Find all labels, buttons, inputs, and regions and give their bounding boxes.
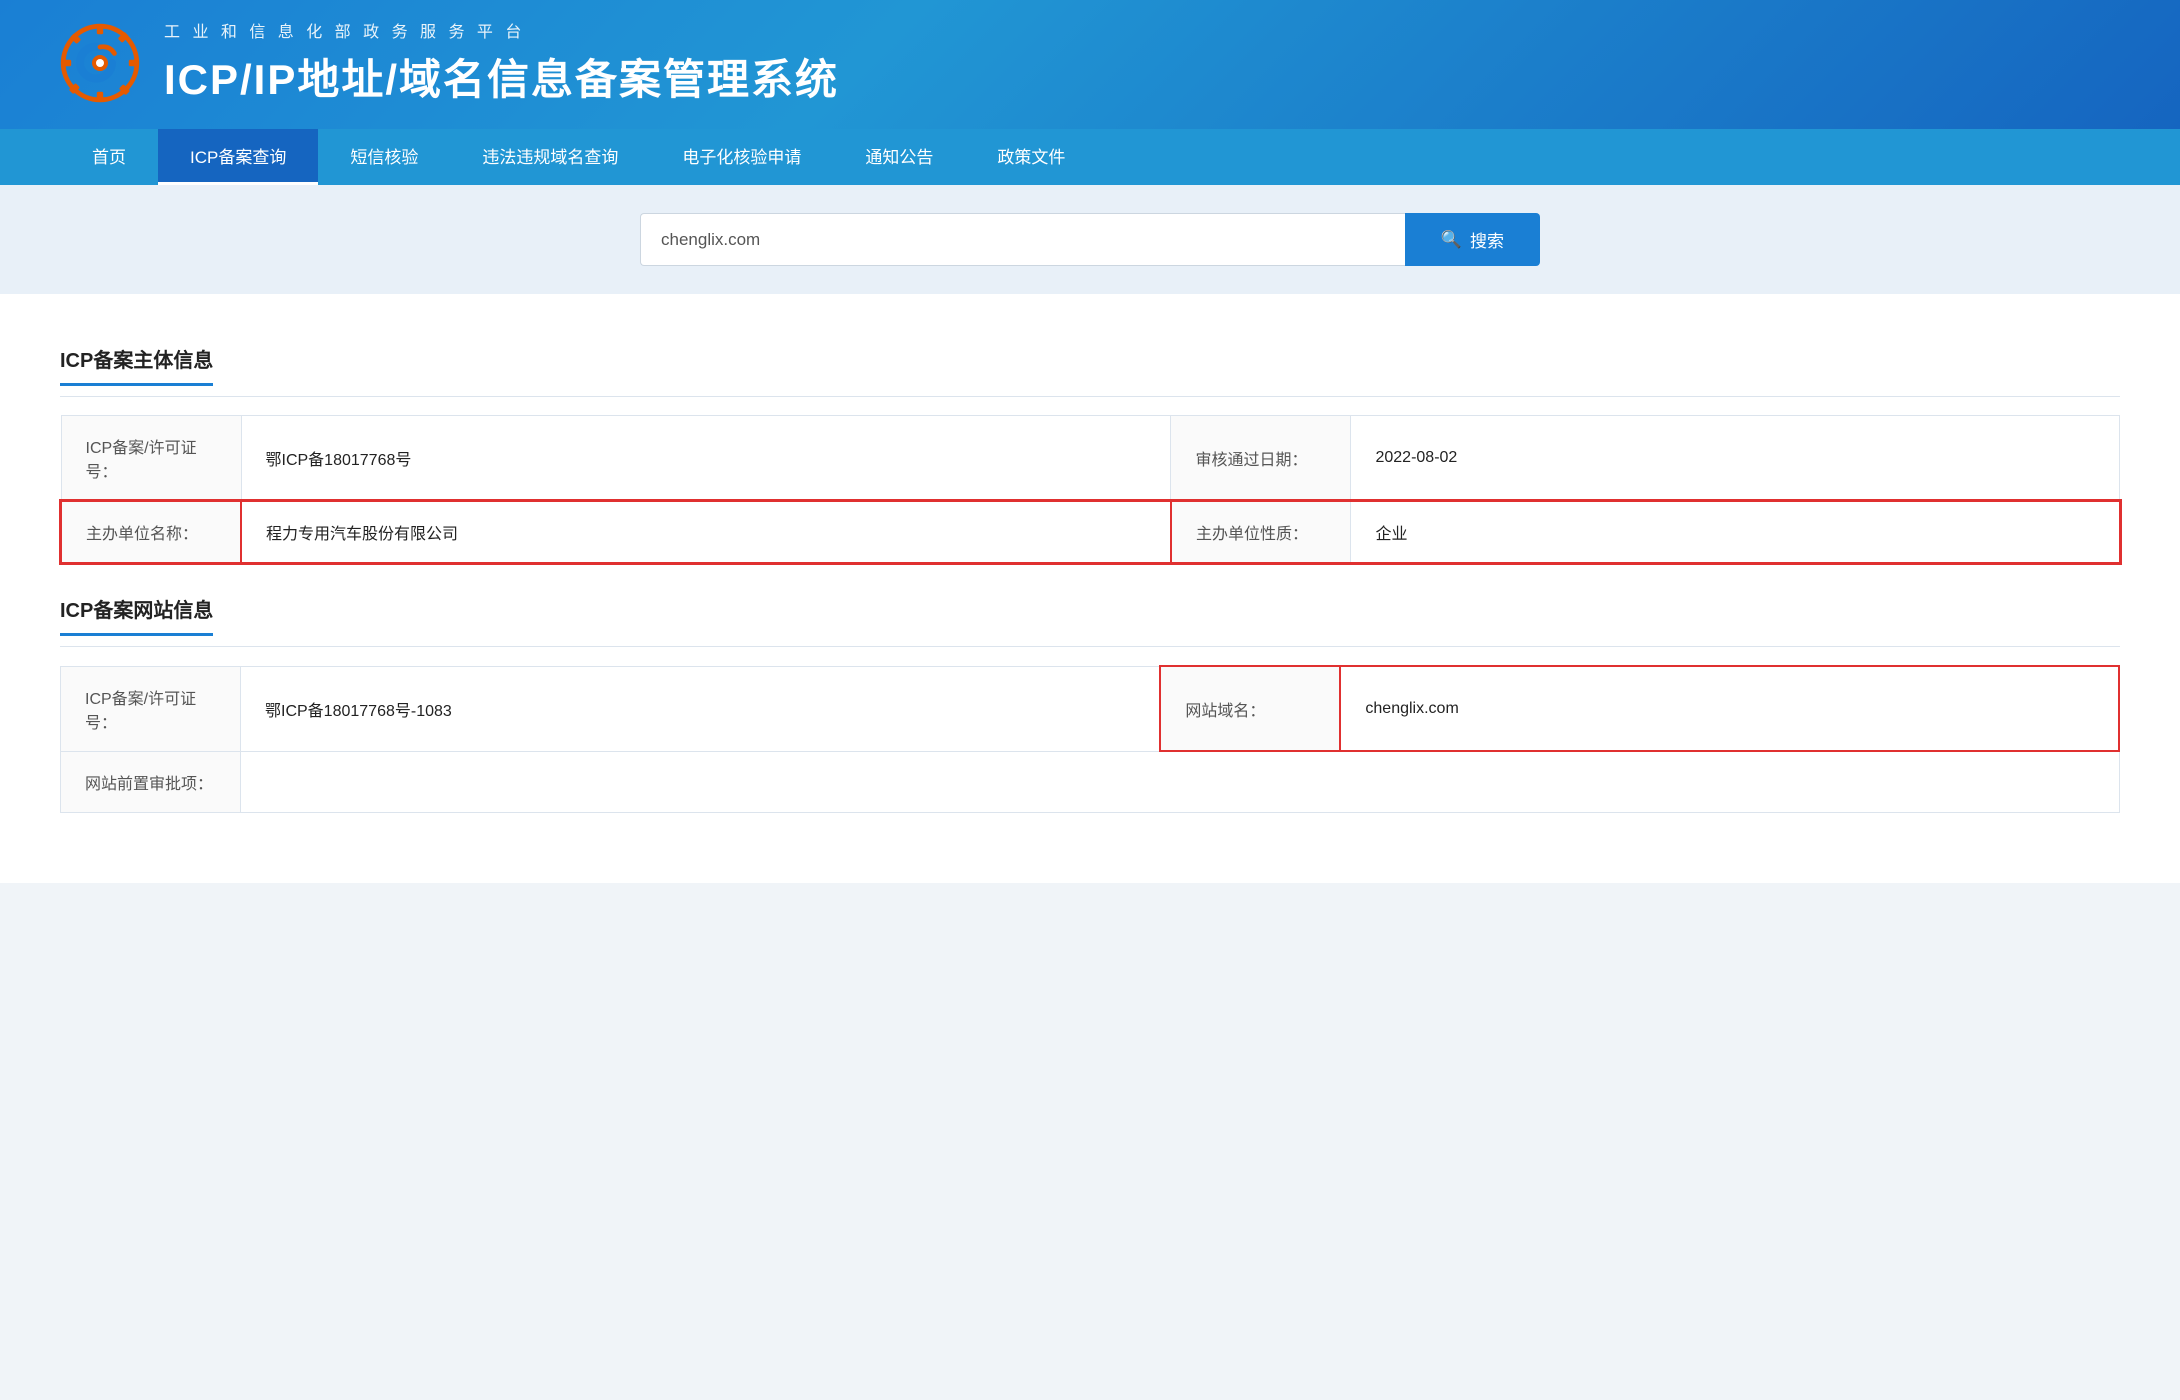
search-box: 🔍 搜索	[640, 213, 1540, 266]
search-button[interactable]: 🔍 搜索	[1405, 213, 1540, 266]
table-row: ICP备案/许可证号： 鄂ICP备18017768号 审核通过日期： 2022-…	[61, 416, 2120, 502]
logo-icon	[60, 23, 140, 103]
section-icp-entity: ICP备案主体信息 ICP备案/许可证号： 鄂ICP备18017768号 审核通…	[60, 344, 2120, 564]
label-audit-date: 审核通过日期：	[1171, 416, 1351, 502]
label-org-name: 主办单位名称：	[61, 501, 241, 563]
table-row: 网站前置审批项：	[61, 751, 2120, 812]
table-row: ICP备案/许可证号： 鄂ICP备18017768号-1083 网站域名： ch…	[61, 666, 2120, 751]
value-org-type: 企业	[1351, 501, 2120, 563]
nav-illegal-domain[interactable]: 违法违规域名查询	[450, 129, 650, 185]
label-org-type: 主办单位性质：	[1171, 501, 1351, 563]
nav-home[interactable]: 首页	[60, 129, 158, 185]
section-icp-website: ICP备案网站信息 ICP备案/许可证号： 鄂ICP备18017768号-108…	[60, 594, 2120, 813]
value-domain: chenglix.com	[1340, 666, 2119, 751]
value-pre-approval	[241, 751, 2120, 812]
search-button-label: 搜索	[1470, 227, 1504, 252]
value-org-name: 程力专用汽车股份有限公司	[241, 501, 1171, 563]
label-icp-no-2: ICP备案/许可证号：	[61, 666, 241, 751]
header-title: ICP/IP地址/域名信息备案管理系统	[164, 46, 839, 107]
search-input[interactable]	[640, 213, 1405, 266]
nav-icp-query[interactable]: ICP备案查询	[158, 129, 318, 185]
value-audit-date: 2022-08-02	[1351, 416, 2120, 502]
section1-title: ICP备案主体信息	[60, 344, 213, 386]
section2-title: ICP备案网站信息	[60, 594, 213, 636]
nav-sms-verify[interactable]: 短信核验	[318, 129, 450, 185]
website-info-table: ICP备案/许可证号： 鄂ICP备18017768号-1083 网站域名： ch…	[60, 665, 2120, 813]
label-icp-no-1: ICP备案/许可证号：	[61, 416, 241, 502]
label-pre-approval: 网站前置审批项：	[61, 751, 241, 812]
search-icon: 🔍	[1441, 230, 1462, 250]
nav-electronic-verify[interactable]: 电子化核验申请	[650, 129, 833, 185]
label-domain: 网站域名：	[1160, 666, 1340, 751]
header-subtitle: 工 业 和 信 息 化 部 政 务 服 务 平 台	[164, 18, 839, 42]
header: 工 业 和 信 息 化 部 政 务 服 务 平 台 ICP/IP地址/域名信息备…	[0, 0, 2180, 129]
nav-notice[interactable]: 通知公告	[833, 129, 965, 185]
table-row-highlighted: 主办单位名称： 程力专用汽车股份有限公司 主办单位性质： 企业	[61, 501, 2120, 563]
header-text: 工 业 和 信 息 化 部 政 务 服 务 平 台 ICP/IP地址/域名信息备…	[164, 18, 839, 107]
value-icp-no-2: 鄂ICP备18017768号-1083	[241, 666, 1161, 751]
nav-policy[interactable]: 政策文件	[965, 129, 1097, 185]
search-area: 🔍 搜索	[0, 185, 2180, 294]
entity-info-table: ICP备案/许可证号： 鄂ICP备18017768号 审核通过日期： 2022-…	[60, 415, 2120, 564]
value-icp-no-1: 鄂ICP备18017768号	[241, 416, 1171, 502]
main-nav: 首页 ICP备案查询 短信核验 违法违规域名查询 电子化核验申请 通知公告 政策…	[0, 129, 2180, 185]
content-area: ICP备案主体信息 ICP备案/许可证号： 鄂ICP备18017768号 审核通…	[0, 294, 2180, 883]
